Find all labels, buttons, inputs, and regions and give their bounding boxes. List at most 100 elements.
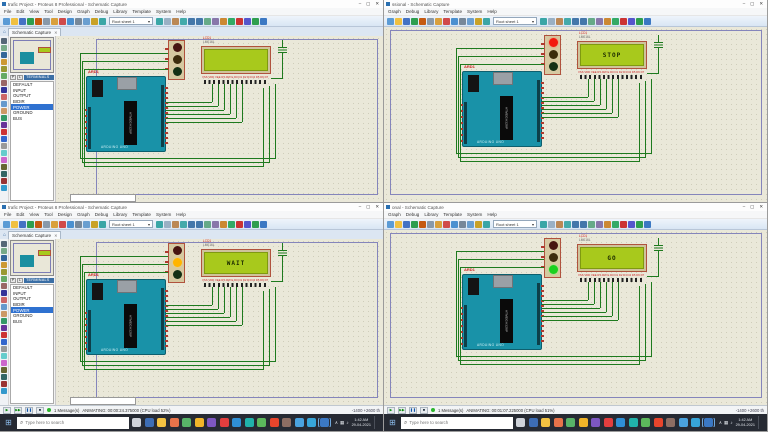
pan-icon[interactable]: [564, 220, 571, 228]
spotify-icon[interactable]: [257, 418, 266, 427]
text-2d-icon[interactable]: [1, 381, 7, 387]
text-script-icon[interactable]: [1, 269, 7, 275]
spotify-icon[interactable]: [641, 418, 650, 427]
circle-icon[interactable]: [1, 360, 7, 366]
menu-item[interactable]: Tool: [44, 9, 52, 14]
simulate-step-button[interactable]: ▶▶: [398, 406, 406, 414]
generator-icon[interactable]: [1, 318, 7, 324]
discord-icon[interactable]: [207, 418, 216, 427]
save-icon[interactable]: [403, 220, 410, 228]
taskbar-search[interactable]: ⌕: [17, 416, 129, 429]
import-icon[interactable]: [27, 17, 34, 25]
menu-item[interactable]: Tool: [44, 212, 52, 217]
arduino-uno-board[interactable]: ATMEGA328P ARDUINO UNO: [460, 71, 544, 147]
menu-item[interactable]: System: [156, 212, 171, 217]
traffic-light-component[interactable]: [165, 40, 185, 80]
close-button[interactable]: ✕: [375, 1, 379, 7]
store-icon[interactable]: [194, 418, 204, 427]
close-button[interactable]: ✕: [375, 204, 379, 210]
zoom-out-icon[interactable]: [580, 17, 587, 25]
zoom-in-icon[interactable]: [572, 220, 579, 228]
redo-icon[interactable]: [451, 17, 458, 25]
text-2d-icon[interactable]: [1, 178, 7, 184]
menu-item[interactable]: Design: [58, 9, 72, 14]
redo-icon[interactable]: [451, 220, 458, 228]
menu-item[interactable]: System: [467, 9, 482, 14]
close-button[interactable]: ✕: [759, 204, 763, 210]
sheet-selector-dropdown[interactable]: Root sheet 1 ▾: [109, 220, 153, 228]
property-assignment-icon[interactable]: [244, 17, 251, 25]
menu-item[interactable]: Template: [443, 9, 462, 14]
discord-icon[interactable]: [591, 418, 600, 427]
junction-dot-icon[interactable]: [1, 52, 7, 58]
schematic-canvas[interactable]: ATMEGA328P ARDUINO UNO ARD1 LCD1 LM016L …: [56, 239, 383, 405]
zoom-extents-icon[interactable]: [204, 220, 211, 228]
vlc-icon[interactable]: [653, 418, 663, 427]
menu-item[interactable]: Debug: [95, 9, 109, 14]
minimize-button[interactable]: –: [743, 1, 745, 7]
virtual-instruments-icon[interactable]: [1, 136, 7, 142]
selection-mode-icon[interactable]: [1, 38, 7, 44]
menu-item[interactable]: File: [4, 9, 11, 14]
wire-autorouter-icon[interactable]: [612, 220, 619, 228]
paste-icon[interactable]: [91, 220, 98, 228]
symbols-icon[interactable]: [1, 185, 7, 191]
pick-devices-button[interactable]: P: [10, 74, 16, 80]
edge-icon[interactable]: [528, 418, 538, 427]
box-icon[interactable]: [1, 353, 7, 359]
simulate-pause-button[interactable]: ❚❚: [409, 406, 417, 414]
minimize-button[interactable]: –: [359, 1, 361, 7]
component-mode-icon[interactable]: [1, 248, 7, 254]
wire-label-icon[interactable]: [1, 59, 7, 65]
undo-icon[interactable]: [443, 17, 450, 25]
terminals-mode-icon[interactable]: [1, 290, 7, 296]
search-tag-icon[interactable]: [620, 220, 627, 228]
print-icon[interactable]: [427, 17, 434, 25]
design-explorer-icon[interactable]: [252, 220, 259, 228]
copy-icon[interactable]: [83, 17, 90, 25]
message-count[interactable]: 1 Message(s): [54, 408, 79, 413]
close-button[interactable]: ✕: [759, 1, 763, 7]
zoom-area-icon[interactable]: [212, 17, 219, 25]
whatsapp-icon[interactable]: [566, 418, 575, 427]
path-icon[interactable]: [1, 374, 7, 380]
property-assignment-icon[interactable]: [628, 17, 635, 25]
buses-icon[interactable]: [1, 73, 7, 79]
grid-toggle-icon[interactable]: [164, 17, 171, 25]
save-icon[interactable]: [403, 17, 410, 25]
new-file-icon[interactable]: [3, 17, 10, 25]
minimize-button[interactable]: –: [359, 204, 361, 210]
tray-icon[interactable]: ♪: [346, 420, 348, 426]
save-icon[interactable]: [19, 220, 26, 228]
search-tag-icon[interactable]: [620, 17, 627, 25]
word-icon[interactable]: [616, 418, 625, 427]
menu-item[interactable]: Template: [132, 9, 151, 14]
redraw-icon[interactable]: [540, 17, 547, 25]
sheet-selector-dropdown[interactable]: Root sheet 1 ▾: [493, 17, 537, 25]
menu-item[interactable]: Library: [424, 212, 438, 217]
instant-edit-icon[interactable]: [604, 17, 611, 25]
sheet-selector-dropdown[interactable]: Root sheet 1 ▾: [493, 220, 537, 228]
steam-icon[interactable]: [666, 418, 675, 427]
symbols-icon[interactable]: [1, 388, 7, 394]
mark-area-icon[interactable]: [435, 17, 442, 25]
simulate-play-button[interactable]: ▶: [3, 406, 11, 414]
wire-label-icon[interactable]: [1, 262, 7, 268]
lcd-display[interactable]: GO: [577, 244, 647, 272]
chrome-icon[interactable]: [294, 418, 304, 427]
mark-area-icon[interactable]: [435, 220, 442, 228]
export-icon[interactable]: [35, 17, 42, 25]
zoom-area-icon[interactable]: [212, 220, 219, 228]
pan-icon[interactable]: [180, 17, 187, 25]
generator-icon[interactable]: [1, 115, 7, 121]
zoom-extents-icon[interactable]: [588, 17, 595, 25]
tray-icon[interactable]: ♪: [730, 420, 732, 426]
sheet-selector-dropdown[interactable]: Root sheet 1 ▾: [109, 17, 153, 25]
vlc-icon[interactable]: [269, 418, 279, 427]
zoom-in-icon[interactable]: [188, 220, 195, 228]
library-button[interactable]: L: [17, 74, 23, 80]
open-folder-icon[interactable]: [395, 220, 402, 228]
copy-icon[interactable]: [467, 220, 474, 228]
simulate-stop-button[interactable]: ■: [420, 406, 428, 414]
traffic-light-component[interactable]: [541, 238, 561, 278]
